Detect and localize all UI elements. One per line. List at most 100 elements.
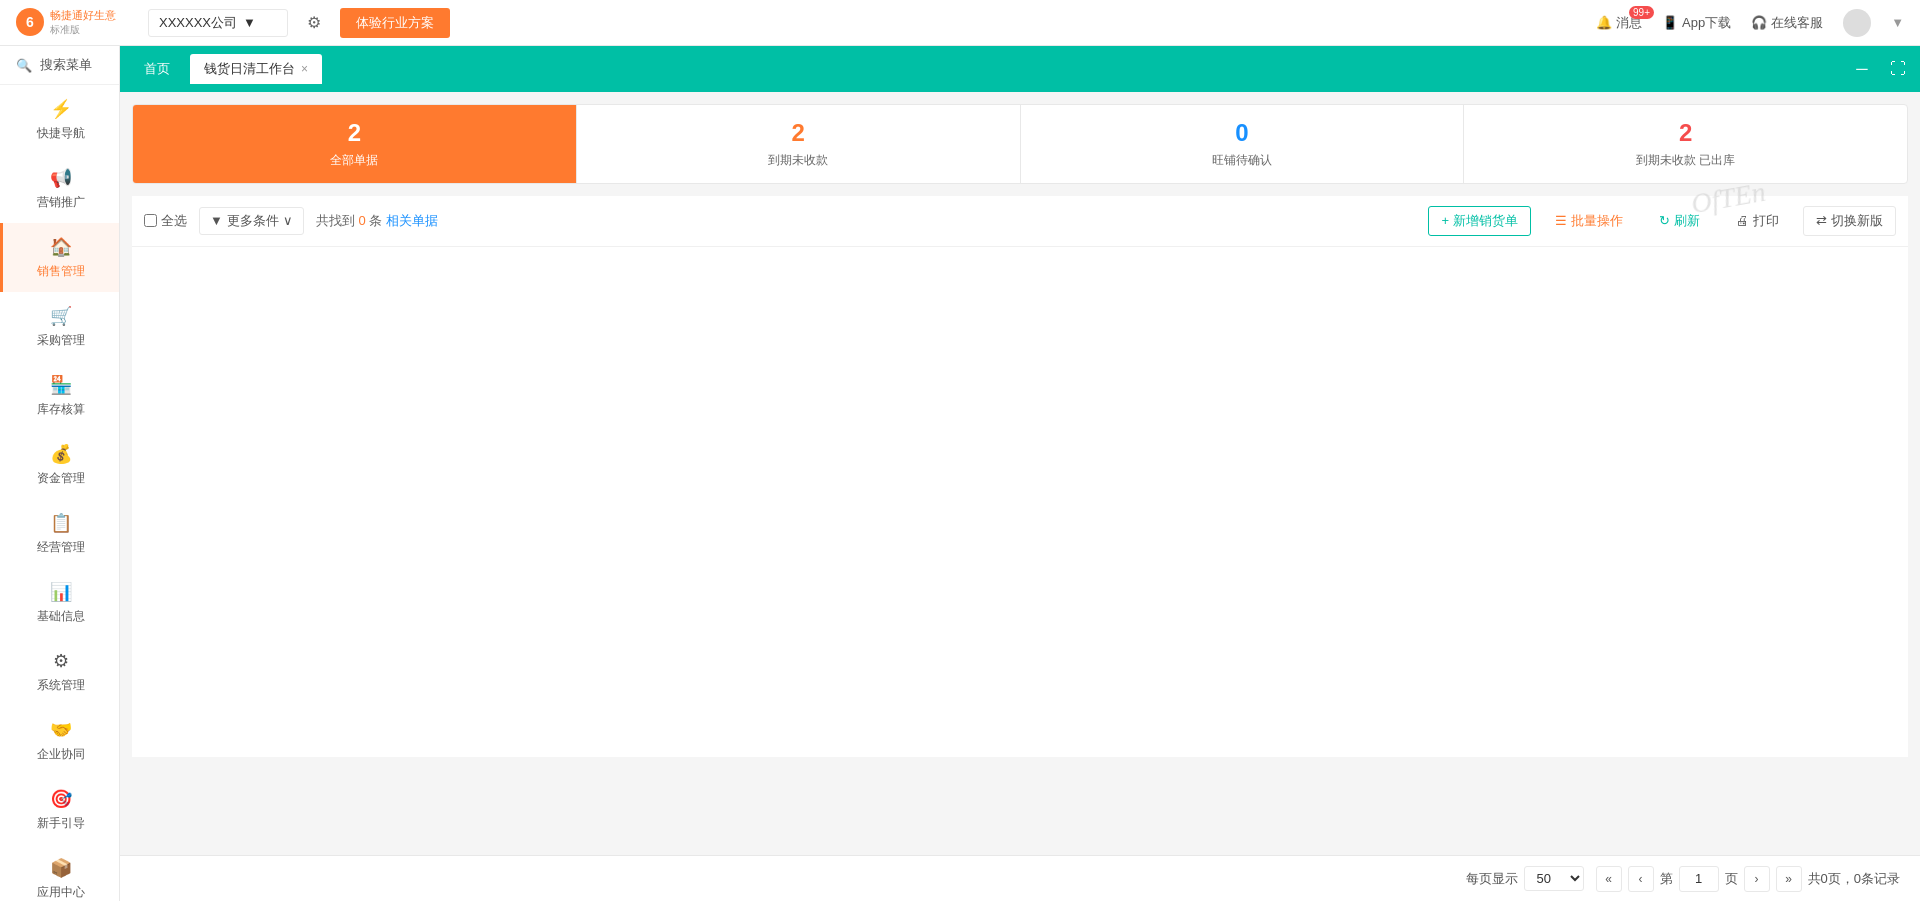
plus-icon: + (1441, 213, 1449, 228)
stat-label-overdue: 到期未收款 (597, 152, 1000, 169)
warehouse-icon: 🏪 (49, 373, 73, 397)
add-sales-order-button[interactable]: + 新增销货单 (1428, 206, 1531, 236)
gear-icon: ⚙ (307, 13, 321, 32)
sidebar-item-inventory[interactable]: 🏪 库存核算 (0, 361, 119, 430)
shop-icon: 🏠 (49, 235, 73, 259)
stat-card-shipped[interactable]: 2 到期未收款 已出库 (1464, 105, 1907, 183)
sidebar-item-label: 销售管理 (37, 263, 85, 280)
maximize-button[interactable]: ⛶ (1884, 55, 1912, 83)
company-selector[interactable]: XXXXXX公司 ▼ (148, 9, 288, 37)
select-all-label: 全选 (161, 212, 187, 230)
toolbar-left: 全选 ▼ 更多条件 ∨ 共找到 0 条 相关单据 (144, 207, 1416, 235)
user-name: ▼ (1891, 15, 1904, 30)
sidebar-item-app-center[interactable]: 📦 应用中心 (0, 844, 119, 901)
related-text[interactable]: 相关单据 (386, 213, 438, 228)
select-all-checkbox[interactable] (144, 214, 157, 227)
stat-number-shipped: 2 (1484, 119, 1887, 148)
sidebar-item-label: 新手引导 (37, 815, 85, 832)
online-support-label: 在线客服 (1771, 14, 1823, 32)
money-icon: 💰 (49, 442, 73, 466)
print-button[interactable]: 🖨 打印 (1724, 207, 1791, 235)
page-number-input[interactable] (1679, 866, 1719, 892)
online-support-button[interactable]: 🎧 在线客服 (1751, 14, 1823, 32)
next-page-button[interactable]: › (1744, 866, 1770, 892)
minimize-button[interactable]: ─ (1848, 55, 1876, 83)
switch-version-button[interactable]: ⇄ 切换新版 (1803, 206, 1896, 236)
table-icon: 📊 (49, 580, 73, 604)
stat-label-pending: 旺铺待确认 (1041, 152, 1444, 169)
last-page-button[interactable]: » (1776, 866, 1802, 892)
first-page-button[interactable]: « (1596, 866, 1622, 892)
count-prefix: 共找到 (316, 213, 355, 228)
batch-operation-button[interactable]: ☰ 批量操作 (1543, 207, 1635, 235)
batch-icon: ☰ (1555, 213, 1567, 228)
box-icon: 📦 (49, 856, 73, 880)
cart-icon: 🛒 (49, 304, 73, 328)
filter-label: 更多条件 (227, 212, 279, 230)
pagination-bar: 每页显示 50 100 « ‹ 第 页 › » 共0页，0条记录 (120, 855, 1920, 901)
logo-sub: 标准版 (50, 23, 116, 37)
header-right: 🔔 消息 99+ 📱 App下载 🎧 在线客服 ▼ (1596, 9, 1904, 37)
sidebar-item-sales[interactable]: 🏠 销售管理 (0, 223, 119, 292)
sidebar-item-quick-nav[interactable]: ⚡ 快捷导航 (0, 85, 119, 154)
sidebar-item-label: 经营管理 (37, 539, 85, 556)
sidebar-item-label: 应用中心 (37, 884, 85, 901)
lightning-icon: ⚡ (49, 97, 73, 121)
content-area: 全选 ▼ 更多条件 ∨ 共找到 0 条 相关单据 (132, 196, 1908, 757)
per-page-select[interactable]: 50 100 (1524, 866, 1584, 891)
select-all-area[interactable]: 全选 (144, 212, 187, 230)
search-menu-label: 搜索菜单 (40, 56, 92, 74)
count-unit: 条 (369, 213, 382, 228)
main-content: 首页 钱货日清工作台 × ─ ⛶ 2 全部单据 2 到期未收款 0 旺铺待确认 (120, 46, 1920, 901)
switch-icon: ⇄ (1816, 213, 1827, 228)
tab-home[interactable]: 首页 (128, 54, 186, 84)
refresh-button[interactable]: ↻ 刷新 (1647, 207, 1712, 235)
sidebar: 🔍 搜索菜单 ⚡ 快捷导航 📢 营销推广 🏠 销售管理 🛒 采购管理 🏪 库存核… (0, 46, 120, 901)
close-tab-icon[interactable]: × (301, 62, 308, 76)
sidebar-item-basic-info[interactable]: 📊 基础信息 (0, 568, 119, 637)
sidebar-item-guide[interactable]: 🎯 新手引导 (0, 775, 119, 844)
stat-card-all[interactable]: 2 全部单据 (133, 105, 577, 183)
avatar[interactable] (1843, 9, 1871, 37)
sidebar-item-enterprise[interactable]: 🤝 企业协同 (0, 706, 119, 775)
sidebar-item-capital[interactable]: 💰 资金管理 (0, 430, 119, 499)
total-info: 共0页，0条记录 (1808, 870, 1900, 888)
settings-button[interactable]: ⚙ (300, 9, 328, 37)
trial-button[interactable]: 体验行业方案 (340, 8, 450, 38)
target-icon: 🎯 (49, 787, 73, 811)
app-download-button[interactable]: 📱 App下载 (1662, 14, 1731, 32)
prev-page-button[interactable]: ‹ (1628, 866, 1654, 892)
message-badge: 99+ (1629, 6, 1654, 19)
sidebar-item-operations[interactable]: 📋 经营管理 (0, 499, 119, 568)
logo: 6 畅捷通好生意 标准版 (16, 8, 136, 36)
print-icon: 🖨 (1736, 213, 1749, 228)
toolbar-right: + 新增销货单 ☰ 批量操作 ↻ 刷新 🖨 打印 (1428, 206, 1896, 236)
headset-icon: 🎧 (1751, 15, 1767, 30)
filter-button[interactable]: ▼ 更多条件 ∨ (199, 207, 304, 235)
chevron-down-icon: ∨ (283, 213, 293, 228)
logo-text: 畅捷通好生意 (50, 8, 116, 22)
sidebar-item-label: 系统管理 (37, 677, 85, 694)
print-label: 打印 (1753, 212, 1779, 230)
stat-card-pending[interactable]: 0 旺铺待确认 (1021, 105, 1465, 183)
tab-bar-controls: ─ ⛶ (1848, 55, 1912, 83)
messages-button[interactable]: 🔔 消息 99+ (1596, 14, 1642, 32)
search-icon: 🔍 (16, 58, 32, 73)
toolbar: 全选 ▼ 更多条件 ∨ 共找到 0 条 相关单据 (132, 196, 1908, 247)
user-dropdown[interactable]: ▼ (1891, 15, 1904, 30)
sidebar-item-purchase[interactable]: 🛒 采购管理 (0, 292, 119, 361)
count-info: 共找到 0 条 相关单据 (316, 212, 438, 230)
stat-card-overdue[interactable]: 2 到期未收款 (577, 105, 1021, 183)
sidebar-item-label: 基础信息 (37, 608, 85, 625)
sidebar-item-label: 快捷导航 (37, 125, 85, 142)
sidebar-item-system[interactable]: ⚙ 系统管理 (0, 637, 119, 706)
sidebar-item-label: 资金管理 (37, 470, 85, 487)
bell-icon: 🔔 (1596, 15, 1612, 30)
tab-current[interactable]: 钱货日清工作台 × (190, 54, 322, 84)
header-left: 6 畅捷通好生意 标准版 XXXXXX公司 ▼ ⚙ 体验行业方案 (16, 8, 450, 38)
page-label: 第 (1660, 870, 1673, 888)
sidebar-item-marketing[interactable]: 📢 营销推广 (0, 154, 119, 223)
tab-label: 钱货日清工作台 (204, 60, 295, 78)
top-header: 6 畅捷通好生意 标准版 XXXXXX公司 ▼ ⚙ 体验行业方案 🔔 消息 99… (0, 0, 1920, 46)
search-menu-button[interactable]: 🔍 搜索菜单 (0, 46, 119, 85)
